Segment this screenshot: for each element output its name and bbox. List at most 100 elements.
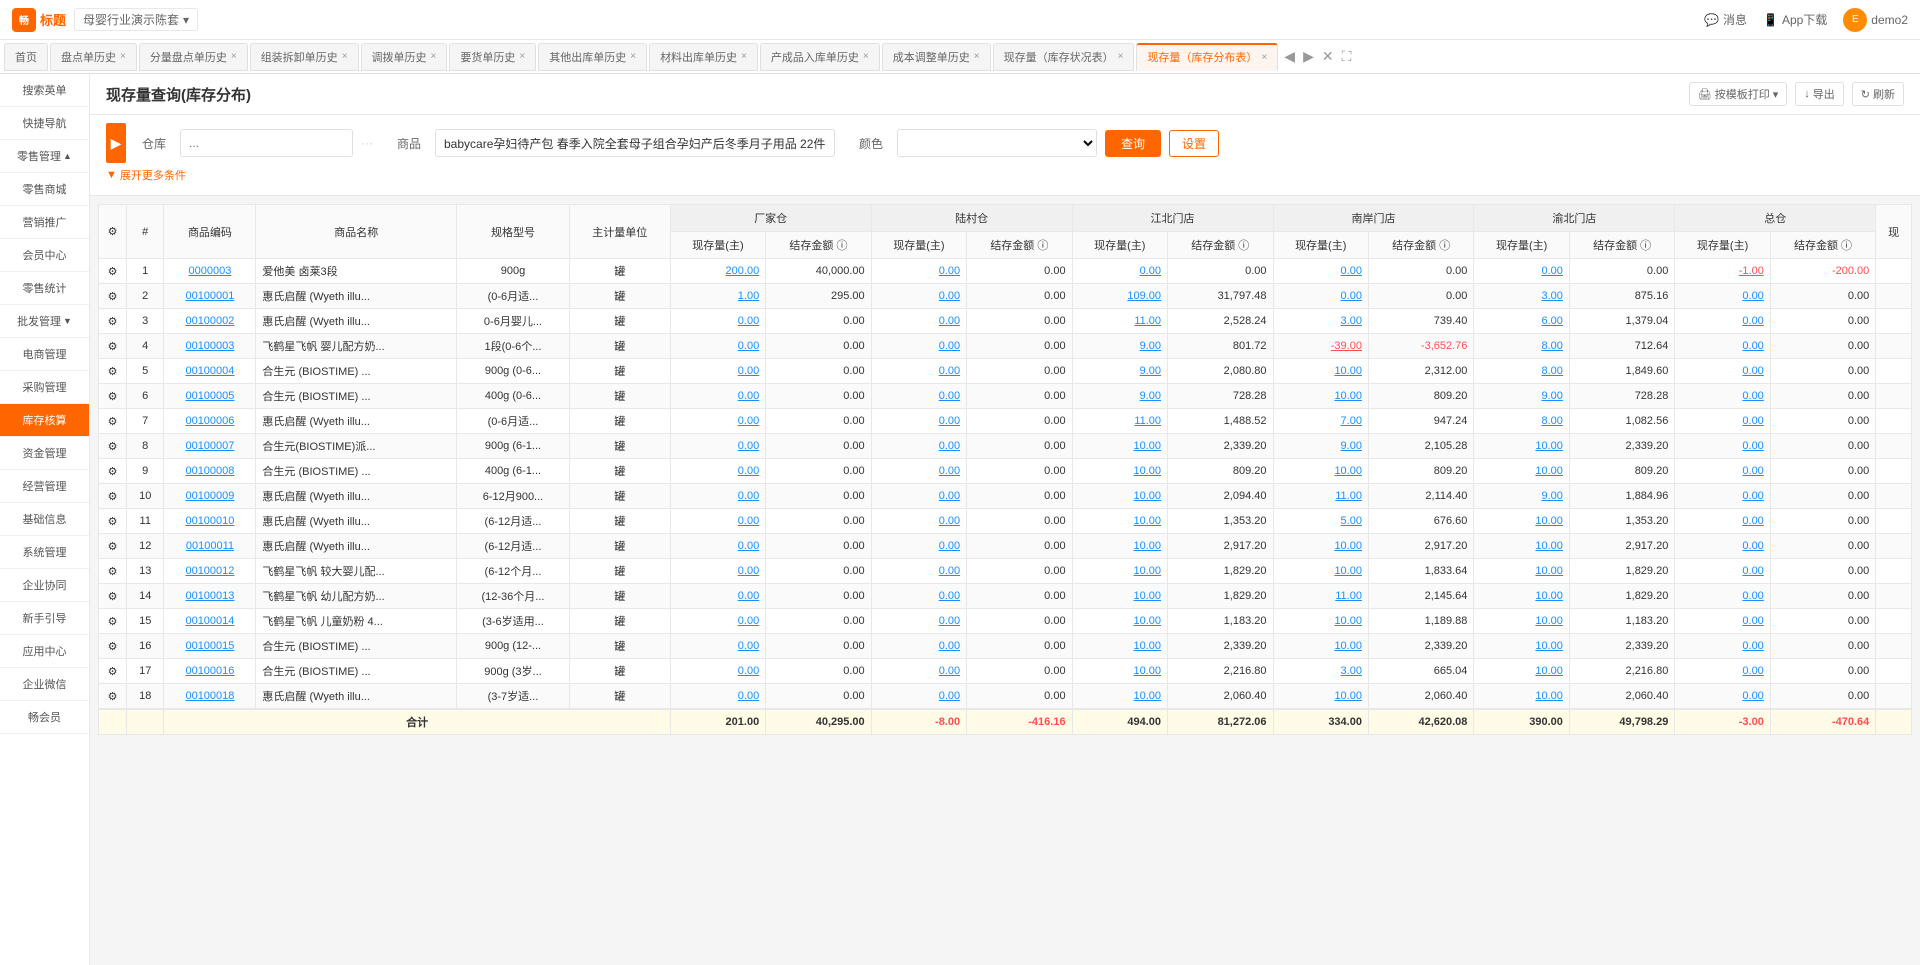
tab-11-active[interactable]: 现存量（库存分布表）× [1136,43,1278,71]
cell-sku[interactable]: 00100006 [164,409,256,434]
cell-total-qty[interactable]: 0.00 [1675,359,1770,384]
cell-w1-qty[interactable]: 0.00 [670,459,765,484]
cell-gear[interactable]: ⚙ [99,284,127,309]
sidebar-item-enterprise[interactable]: 企业协同 [0,569,89,602]
cell-sku[interactable]: 00100009 [164,484,256,509]
cell-w2-qty[interactable]: 0.00 [871,309,966,334]
cell-sku[interactable]: 00100005 [164,384,256,409]
cell-w3-qty[interactable]: 109.00 [1072,284,1167,309]
cell-total-qty[interactable]: 0.00 [1675,584,1770,609]
user-area[interactable]: E demo2 [1843,8,1908,32]
cell-w4-qty[interactable]: 7.00 [1273,409,1368,434]
cell-w2-qty[interactable]: 0.00 [871,684,966,710]
message-btn[interactable]: 💬 消息 [1704,11,1747,28]
cell-total-qty[interactable]: 0.00 [1675,684,1770,710]
cell-w1-qty[interactable]: 0.00 [670,609,765,634]
tab-expand[interactable]: ⛶ [1338,48,1356,65]
sidebar-item-inventory[interactable]: 库存核算 [0,404,89,437]
cell-sku[interactable]: 0000003 [164,259,256,284]
search-button[interactable]: 查询 [1105,130,1161,157]
tab-6[interactable]: 其他出库单历史× [538,43,647,71]
cell-total-qty[interactable]: 0.00 [1675,534,1770,559]
sidebar-item-retail-mall[interactable]: 零售商城 [0,173,89,206]
cell-total-qty[interactable]: 0.00 [1675,334,1770,359]
export-btn[interactable]: ↓ 导出 [1795,82,1844,106]
sidebar-item-retail-stats[interactable]: 零售统计 [0,272,89,305]
sidebar-item-basic[interactable]: 基础信息 [0,503,89,536]
cell-w5-qty[interactable]: 3.00 [1474,284,1569,309]
tab-5[interactable]: 要货单历史× [449,43,536,71]
cell-w1-qty[interactable]: 0.00 [670,634,765,659]
cell-w4-qty[interactable]: 0.00 [1273,259,1368,284]
sidebar-item-guide[interactable]: 新手引导 [0,602,89,635]
cell-w1-qty[interactable]: 0.00 [670,684,765,710]
expand-more-btn[interactable]: ▼ 展开更多条件 [106,167,186,183]
cell-w3-qty[interactable]: 10.00 [1072,634,1167,659]
goods-input[interactable] [435,129,835,157]
cell-w3-qty[interactable]: 0.00 [1072,259,1167,284]
cell-w3-qty[interactable]: 9.00 [1072,384,1167,409]
cell-w3-qty[interactable]: 9.00 [1072,334,1167,359]
tab-2[interactable]: 分量盘点单历史× [139,43,248,71]
cell-gear[interactable]: ⚙ [99,509,127,534]
tab-9[interactable]: 成本调整单历史× [882,43,991,71]
tab-10[interactable]: 现存量（库存状况表）× [993,43,1135,71]
cell-w4-qty[interactable]: 3.00 [1273,309,1368,334]
cell-w5-qty[interactable]: 9.00 [1474,384,1569,409]
cell-gear[interactable]: ⚙ [99,559,127,584]
cell-gear[interactable]: ⚙ [99,459,127,484]
cell-w1-qty[interactable]: 0.00 [670,309,765,334]
sidebar-item-marketing[interactable]: 营销推广 [0,206,89,239]
cell-w4-qty[interactable]: 10.00 [1273,684,1368,710]
cell-sku[interactable]: 00100014 [164,609,256,634]
print-btn[interactable]: 🖨 按模板打印 ▾ [1689,82,1788,106]
cell-w2-qty[interactable]: 0.00 [871,484,966,509]
warehouse-clear-icon[interactable]: ··· [361,136,373,150]
sidebar-item-wecom[interactable]: 企业微信 [0,668,89,701]
cell-w5-qty[interactable]: 0.00 [1474,259,1569,284]
close-tab-5[interactable]: × [519,51,525,62]
cell-w5-qty[interactable]: 10.00 [1474,659,1569,684]
cell-w5-qty[interactable]: 10.00 [1474,534,1569,559]
app-download-btn[interactable]: 📱 App下载 [1763,11,1827,28]
cell-w4-qty[interactable]: 10.00 [1273,359,1368,384]
sidebar-item-nav[interactable]: 快捷导航 [0,107,89,140]
cell-w1-qty[interactable]: 0.00 [670,659,765,684]
cell-w1-qty[interactable]: 0.00 [670,484,765,509]
sidebar-item-operation[interactable]: 经营管理 [0,470,89,503]
tab-8[interactable]: 产成品入库单历史× [760,43,880,71]
cell-w2-qty[interactable]: 0.00 [871,559,966,584]
cell-sku[interactable]: 00100001 [164,284,256,309]
cell-w4-qty[interactable]: 10.00 [1273,634,1368,659]
cell-w2-qty[interactable]: 0.00 [871,434,966,459]
cell-total-qty[interactable]: 0.00 [1675,409,1770,434]
tab-nav-left[interactable]: ◀ [1280,48,1299,65]
cell-sku[interactable]: 00100013 [164,584,256,609]
cell-w5-qty[interactable]: 10.00 [1474,609,1569,634]
close-tab-11[interactable]: × [1261,52,1267,63]
cell-w5-qty[interactable]: 8.00 [1474,409,1569,434]
cell-w5-qty[interactable]: 10.00 [1474,559,1569,584]
sidebar-item-retail-mgmt[interactable]: 零售管理 ▲ [0,140,89,173]
cell-w2-qty[interactable]: 0.00 [871,334,966,359]
cell-w2-qty[interactable]: 0.00 [871,634,966,659]
cell-w2-qty[interactable]: 0.00 [871,609,966,634]
cell-w3-qty[interactable]: 9.00 [1072,359,1167,384]
cell-total-qty[interactable]: 0.00 [1675,559,1770,584]
cell-gear[interactable]: ⚙ [99,534,127,559]
cell-w1-qty[interactable]: 0.00 [670,409,765,434]
close-tab-4[interactable]: × [431,51,437,62]
cell-w4-qty[interactable]: 10.00 [1273,384,1368,409]
cell-w5-qty[interactable]: 10.00 [1474,584,1569,609]
cell-w1-qty[interactable]: 0.00 [670,434,765,459]
cell-w3-qty[interactable]: 10.00 [1072,459,1167,484]
tab-4[interactable]: 调拨单历史× [361,43,448,71]
cell-w3-qty[interactable]: 10.00 [1072,584,1167,609]
cell-w1-qty[interactable]: 1.00 [670,284,765,309]
cell-sku[interactable]: 00100012 [164,559,256,584]
sidebar-item-wholesale[interactable]: 批发管理 ▼ [0,305,89,338]
table-container[interactable]: ⚙ # 商品编码 商品名称 规格型号 主计量单位 厂家仓 陆村仓 江北门店 南岸… [90,196,1920,965]
cell-w4-qty[interactable]: 10.00 [1273,609,1368,634]
cell-w2-qty[interactable]: 0.00 [871,509,966,534]
cell-w3-qty[interactable]: 10.00 [1072,659,1167,684]
